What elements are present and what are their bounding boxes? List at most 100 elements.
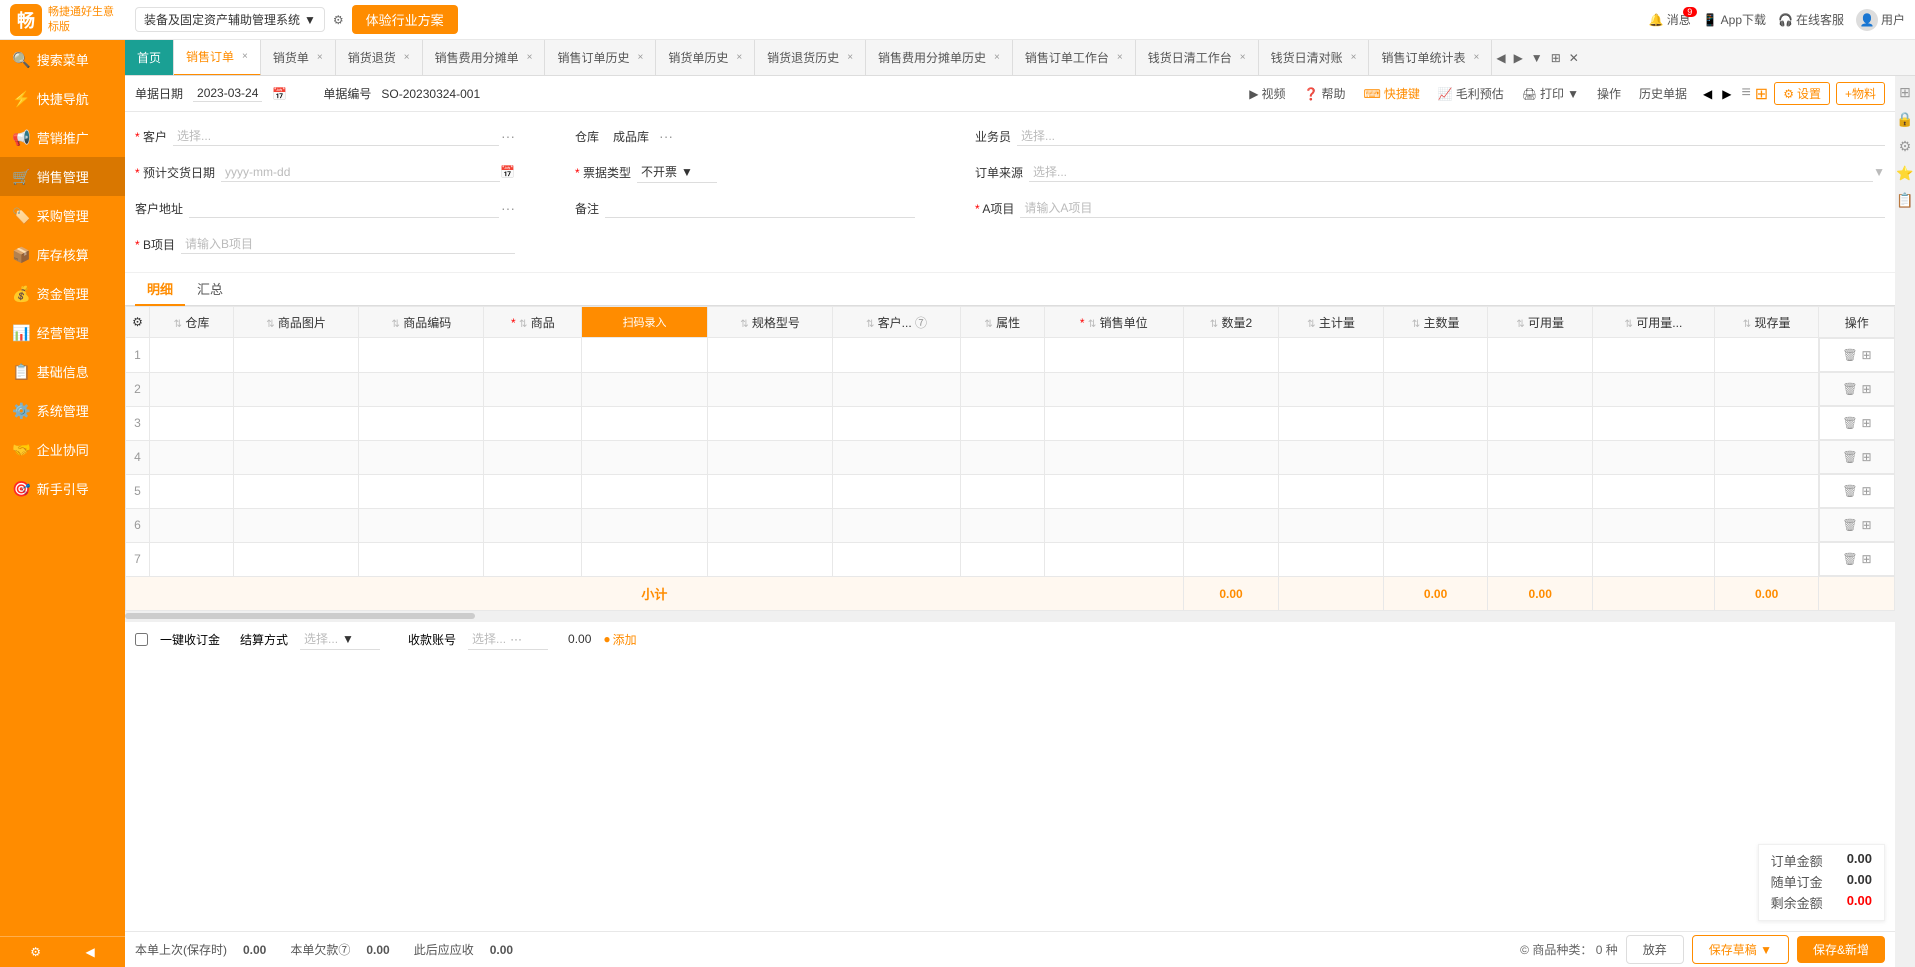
tabs-close-all[interactable]: ✕	[1565, 51, 1583, 65]
grid-scrollbar-thumb[interactable]	[125, 613, 475, 619]
sidebar-item-search[interactable]: 🔍 搜索菜单	[0, 40, 125, 79]
tab-sales-expense[interactable]: 销售费用分摊单 ×	[423, 40, 546, 76]
customer-input[interactable]	[173, 127, 499, 146]
tab-sales-order[interactable]: 销售订单 ×	[174, 40, 261, 76]
row-delete-icon[interactable]: 🗑	[1842, 552, 1857, 566]
sidebar-item-operations[interactable]: 📊 经营管理	[0, 313, 125, 352]
tab-cash-reconcile[interactable]: 钱货日清对账 ×	[1259, 40, 1370, 76]
tab-close-invoice-history[interactable]: ×	[736, 52, 742, 63]
row-copy-icon[interactable]: ⊞	[1862, 552, 1872, 566]
tab-home[interactable]: 首页	[125, 40, 174, 76]
tab-sales-invoice[interactable]: 销货单 ×	[261, 40, 336, 76]
tab-summary[interactable]: 汇总	[185, 273, 235, 306]
online-service-button[interactable]: 🎧 在线客服	[1778, 11, 1844, 28]
tab-detail[interactable]: 明细	[135, 273, 185, 306]
user-menu[interactable]: 👤 用户	[1856, 9, 1905, 31]
warehouse-dots-button[interactable]: ···	[659, 128, 673, 144]
scan-button[interactable]: 扫码录入	[615, 312, 675, 332]
settlement-select[interactable]: 选择... ▼	[300, 628, 380, 650]
tab-close-sales-stats[interactable]: ×	[1473, 52, 1479, 63]
sidebar-item-sales[interactable]: 🛒 销售管理	[0, 157, 125, 196]
page-next-icon[interactable]: ▶	[1718, 87, 1735, 101]
delivery-date-input[interactable]	[221, 163, 500, 182]
tab-sales-stats[interactable]: 销售订单统计表 ×	[1369, 40, 1492, 76]
tab-close-order-workbench[interactable]: ×	[1117, 52, 1123, 63]
tabs-prev[interactable]: ◀	[1492, 51, 1509, 65]
tab-return-history[interactable]: 销货退货历史 ×	[755, 40, 866, 76]
row-delete-icon[interactable]: 🗑	[1842, 450, 1857, 464]
note-input[interactable]	[605, 199, 915, 218]
tab-close-sales-invoice[interactable]: ×	[317, 52, 323, 63]
a-project-input[interactable]	[1020, 199, 1885, 218]
customer-dots-button[interactable]: ···	[501, 128, 515, 144]
tab-close-sales-order-history[interactable]: ×	[637, 52, 643, 63]
address-input[interactable]	[189, 199, 499, 218]
grid-view-icon[interactable]: ⊞	[1755, 84, 1768, 104]
row-copy-icon[interactable]: ⊞	[1862, 348, 1872, 362]
col-gear[interactable]: ⚙	[126, 307, 150, 338]
row-copy-icon[interactable]: ⊞	[1862, 416, 1872, 430]
app-download-button[interactable]: 📱 App下载	[1703, 11, 1766, 28]
row-copy-icon[interactable]: ⊞	[1862, 484, 1872, 498]
tab-order-workbench[interactable]: 销售订单工作台 ×	[1013, 40, 1136, 76]
tab-close-cash-workbench[interactable]: ×	[1240, 52, 1246, 63]
tab-cash-workbench[interactable]: 钱货日清工作台 ×	[1136, 40, 1259, 76]
industry-button[interactable]: 体验行业方案	[352, 5, 458, 34]
order-source-input[interactable]	[1029, 163, 1873, 182]
gear-icon[interactable]: ⚙	[333, 13, 344, 27]
save-new-button[interactable]: 保存&新增	[1797, 936, 1885, 963]
salesperson-input[interactable]	[1017, 127, 1885, 146]
sidebar-item-system[interactable]: ⚙️ 系统管理	[0, 391, 125, 430]
one-click-checkbox[interactable]	[135, 633, 148, 646]
sidebar-item-base-info[interactable]: 📋 基础信息	[0, 352, 125, 391]
save-draft-button[interactable]: 保存草稿 ▼	[1692, 935, 1789, 964]
tabs-more[interactable]: ▼	[1527, 51, 1547, 65]
right-panel-icon-2[interactable]: 🔒	[1896, 111, 1913, 128]
grid-scrollbar[interactable]	[125, 611, 1895, 621]
tabs-grid-view[interactable]: ⊞	[1547, 51, 1565, 65]
page-prev-icon[interactable]: ◀	[1699, 87, 1716, 101]
operation-button[interactable]: 操作	[1591, 83, 1627, 104]
notice-button[interactable]: 🔔 9 消息	[1649, 11, 1691, 28]
date-value[interactable]: 2023-03-24	[193, 85, 262, 102]
tab-close-expense-history[interactable]: ×	[994, 52, 1000, 63]
row-delete-icon[interactable]: 🗑	[1842, 382, 1857, 396]
address-dots-button[interactable]: ···	[501, 200, 515, 216]
row-copy-icon[interactable]: ⊞	[1862, 518, 1872, 532]
history-button[interactable]: 历史单据	[1633, 83, 1693, 104]
row-delete-icon[interactable]: 🗑	[1842, 484, 1857, 498]
system-selector[interactable]: 装备及固定资产辅助管理系统 ▼	[135, 7, 325, 32]
right-panel-icon-4[interactable]: ⭐	[1896, 165, 1913, 182]
row-delete-icon[interactable]: 🗑	[1842, 348, 1857, 362]
sidebar-item-quick-nav[interactable]: ⚡ 快捷导航	[0, 79, 125, 118]
list-view-icon[interactable]: ≡	[1741, 84, 1750, 104]
tab-close-sales-return[interactable]: ×	[404, 52, 410, 63]
right-panel-icon-3[interactable]: ⚙	[1899, 138, 1912, 155]
right-panel-icon-1[interactable]: ⊞	[1899, 84, 1911, 101]
tab-close-sales-order[interactable]: ×	[242, 51, 248, 62]
sidebar-item-marketing[interactable]: 📢 营销推广	[0, 118, 125, 157]
account-select[interactable]: 选择... ···	[468, 628, 548, 650]
sidebar-gear-icon[interactable]: ⚙	[30, 945, 41, 959]
sidebar-item-purchase[interactable]: 🏷️ 采购管理	[0, 196, 125, 235]
tabs-next[interactable]: ▶	[1510, 51, 1527, 65]
sidebar-item-finance[interactable]: 💰 资金管理	[0, 274, 125, 313]
sidebar-collapse-icon[interactable]: ◀	[86, 945, 95, 959]
tab-invoice-history[interactable]: 销货单历史 ×	[656, 40, 755, 76]
add-payment-button[interactable]: ● 添加	[603, 631, 636, 648]
row-delete-icon[interactable]: 🗑	[1842, 518, 1857, 532]
help-button[interactable]: ❓ 帮助	[1298, 83, 1352, 104]
tab-sales-return[interactable]: 销货退货 ×	[336, 40, 423, 76]
tab-sales-order-history[interactable]: 销售订单历史 ×	[545, 40, 656, 76]
row-copy-icon[interactable]: ⊞	[1862, 382, 1872, 396]
calendar-icon[interactable]: 📅	[272, 87, 287, 101]
tab-expense-history[interactable]: 销售费用分摊单历史 ×	[866, 40, 1013, 76]
view-video-button[interactable]: ▶ 视频	[1243, 83, 1291, 104]
shortcut-button[interactable]: ⌨ 快捷键	[1358, 83, 1426, 104]
right-panel-icon-5[interactable]: 📋	[1896, 192, 1913, 209]
add-material-button[interactable]: +物料	[1836, 82, 1885, 105]
b-project-input[interactable]	[181, 235, 515, 254]
invoice-select[interactable]: 不开票 ▼	[637, 161, 717, 183]
settings-button[interactable]: ⚙ 设置	[1774, 82, 1830, 105]
account-dots-button[interactable]: ···	[510, 632, 522, 646]
